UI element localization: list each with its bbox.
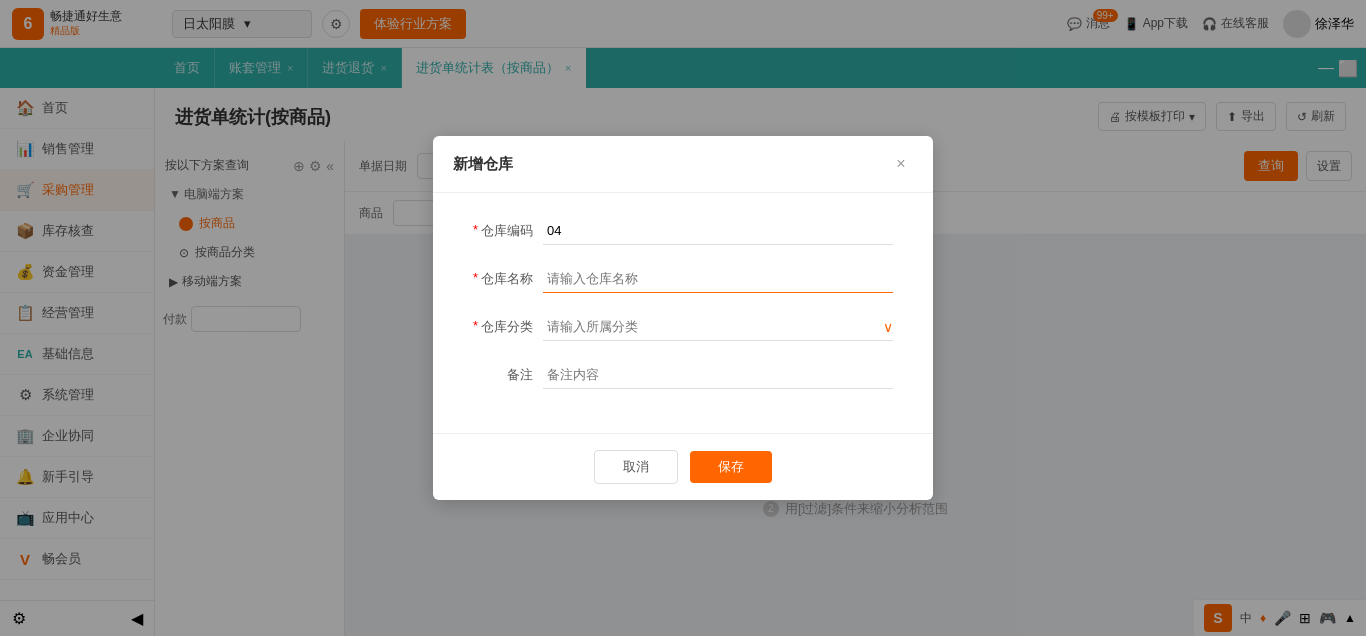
name-input[interactable] — [543, 265, 893, 293]
modal-body: 仓库编码 仓库名称 仓库分类 ∨ 备注 — [433, 193, 933, 433]
modal-title: 新增仓库 — [453, 155, 513, 174]
remark-input[interactable] — [543, 361, 893, 389]
name-label: 仓库名称 — [473, 270, 543, 288]
remark-label: 备注 — [473, 366, 543, 384]
modal-header: 新增仓库 × — [433, 136, 933, 193]
form-row-code: 仓库编码 — [473, 217, 893, 245]
cancel-btn[interactable]: 取消 — [594, 450, 678, 484]
form-row-category: 仓库分类 ∨ — [473, 313, 893, 341]
code-label: 仓库编码 — [473, 222, 543, 240]
save-btn[interactable]: 保存 — [690, 451, 772, 483]
category-select-wrapper: ∨ — [543, 313, 893, 341]
code-input[interactable] — [543, 217, 893, 245]
category-label: 仓库分类 — [473, 318, 543, 336]
modal-overlay: 新增仓库 × 仓库编码 仓库名称 仓库分类 ∨ — [0, 0, 1366, 636]
category-input[interactable] — [543, 313, 883, 340]
category-dropdown-arrow[interactable]: ∨ — [883, 319, 893, 335]
modal-close-btn[interactable]: × — [889, 152, 913, 176]
form-row-remark: 备注 — [473, 361, 893, 389]
modal-footer: 取消 保存 — [433, 433, 933, 500]
add-warehouse-modal: 新增仓库 × 仓库编码 仓库名称 仓库分类 ∨ — [433, 136, 933, 500]
form-row-name: 仓库名称 — [473, 265, 893, 293]
